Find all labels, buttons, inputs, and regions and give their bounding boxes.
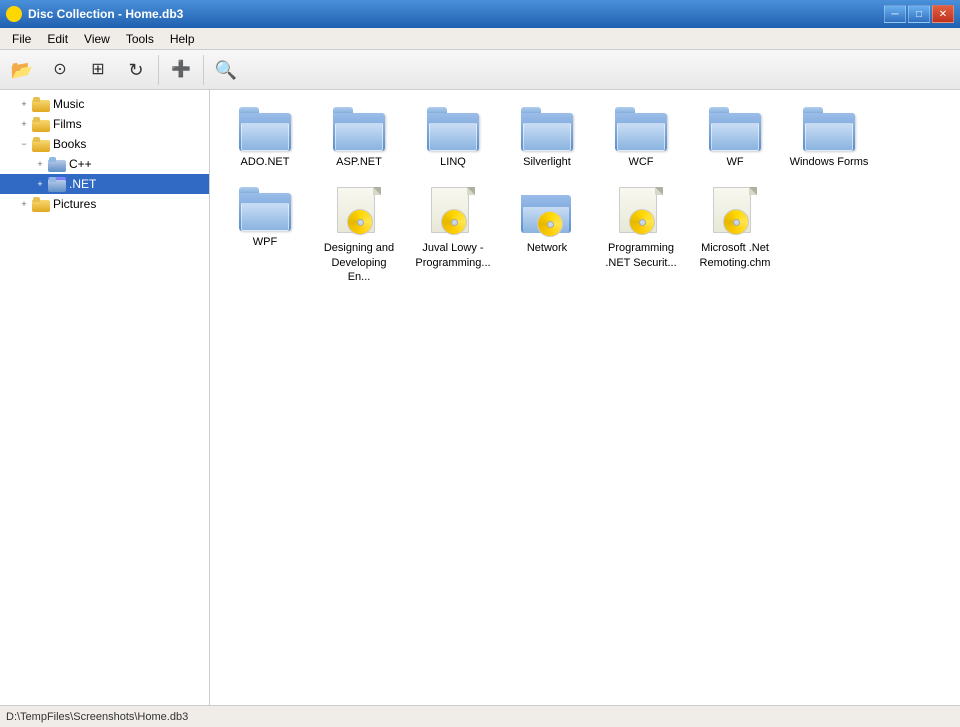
add-button[interactable]: ➕ xyxy=(163,53,199,87)
item-windows-forms[interactable]: Windows Forms xyxy=(784,100,874,176)
item-silverlight[interactable]: Silverlight xyxy=(502,100,592,176)
item-network[interactable]: Network xyxy=(502,180,592,291)
music-label: Music xyxy=(53,97,84,111)
search-button[interactable]: 🔍 xyxy=(208,53,244,87)
windows-forms-label: Windows Forms xyxy=(790,155,869,169)
home-button[interactable]: ⊙ xyxy=(42,53,78,87)
menu-file[interactable]: File xyxy=(4,30,39,48)
linq-label: LINQ xyxy=(440,155,466,169)
item-asp-net[interactable]: ASP.NET xyxy=(314,100,404,176)
ado-net-folder-icon xyxy=(239,107,291,151)
expand-books[interactable]: − xyxy=(16,136,32,152)
wcf-folder-icon xyxy=(615,107,667,151)
item-programming-net[interactable]: Programming .NET Securit... xyxy=(596,180,686,291)
menu-help[interactable]: Help xyxy=(162,30,203,48)
designing-label: Designing and Developing En... xyxy=(319,241,399,284)
maximize-button[interactable]: □ xyxy=(908,5,930,23)
films-folder-icon xyxy=(32,117,50,132)
item-ado-net[interactable]: ADO.NET xyxy=(220,100,310,176)
asp-net-folder-icon xyxy=(333,107,385,151)
toolbar-separator xyxy=(158,55,159,85)
expand-films[interactable]: + xyxy=(16,116,32,132)
network-label: Network xyxy=(527,241,567,255)
home-icon: ⊙ xyxy=(53,62,66,78)
menu-edit[interactable]: Edit xyxy=(39,30,76,48)
juval-doc-icon xyxy=(427,187,479,237)
expand-pictures[interactable]: + xyxy=(16,196,32,212)
menu-view[interactable]: View xyxy=(76,30,118,48)
microsoft-net-doc-icon xyxy=(709,187,761,237)
item-microsoft-net[interactable]: Microsoft .Net Remoting.chm xyxy=(690,180,780,291)
window-controls: ─ □ ✕ xyxy=(884,5,954,23)
books-folder-icon xyxy=(32,137,50,152)
item-designing[interactable]: Designing and Developing En... xyxy=(314,180,404,291)
windows-forms-folder-icon xyxy=(803,107,855,151)
programming-net-label: Programming .NET Securit... xyxy=(601,241,681,270)
refresh-button[interactable]: ↻ xyxy=(118,53,154,87)
wpf-folder-icon xyxy=(239,187,291,231)
status-path: D:\TempFiles\Screenshots\Home.db3 xyxy=(6,711,188,723)
window-title: Disc Collection - Home.db3 xyxy=(28,7,884,21)
wpf-label: WPF xyxy=(253,235,277,249)
item-linq[interactable]: LINQ xyxy=(408,100,498,176)
content-grid: ADO.NET ASP.NET LINQ xyxy=(220,100,950,291)
dotnet-label: .NET xyxy=(69,177,96,191)
open-button[interactable]: 📂 xyxy=(4,53,40,87)
dotnet-folder-icon: .NET xyxy=(48,177,66,192)
close-button[interactable]: ✕ xyxy=(932,5,954,23)
main-area: + Music + Films − Books + C++ xyxy=(0,90,960,705)
music-folder-icon xyxy=(32,97,50,112)
wf-label: WF xyxy=(726,155,743,169)
expand-dotnet[interactable]: + xyxy=(32,176,48,192)
silverlight-folder-icon xyxy=(521,107,573,151)
grid-icon: ⊞ xyxy=(91,62,104,78)
menu-bar: File Edit View Tools Help xyxy=(0,28,960,50)
item-wpf[interactable]: WPF xyxy=(220,180,310,291)
refresh-icon: ↻ xyxy=(128,61,143,79)
title-bar: Disc Collection - Home.db3 ─ □ ✕ xyxy=(0,0,960,28)
sidebar: + Music + Films − Books + C++ xyxy=(0,90,210,705)
pictures-folder-icon xyxy=(32,197,50,212)
toolbar-separator-2 xyxy=(203,55,204,85)
open-icon: 📂 xyxy=(11,61,33,79)
sidebar-item-dotnet[interactable]: + .NET .NET xyxy=(0,174,209,194)
silverlight-label: Silverlight xyxy=(523,155,571,169)
add-icon: ➕ xyxy=(171,62,191,78)
juval-label: Juval Lowy - Programming... xyxy=(413,241,493,270)
cpp-folder-icon xyxy=(48,157,66,172)
expand-cpp[interactable]: + xyxy=(32,156,48,172)
pictures-label: Pictures xyxy=(53,197,96,211)
app-icon xyxy=(6,6,22,22)
menu-tools[interactable]: Tools xyxy=(118,30,162,48)
asp-net-label: ASP.NET xyxy=(336,155,382,169)
cpp-label: C++ xyxy=(69,157,92,171)
minimize-button[interactable]: ─ xyxy=(884,5,906,23)
programming-net-doc-icon xyxy=(615,187,667,237)
sidebar-item-books[interactable]: − Books xyxy=(0,134,209,154)
wf-folder-icon xyxy=(709,107,761,151)
item-wcf[interactable]: WCF xyxy=(596,100,686,176)
status-bar: D:\TempFiles\Screenshots\Home.db3 xyxy=(0,705,960,727)
sidebar-item-films[interactable]: + Films xyxy=(0,114,209,134)
item-juval[interactable]: Juval Lowy - Programming... xyxy=(408,180,498,291)
ado-net-label: ADO.NET xyxy=(241,155,290,169)
network-folder-icon xyxy=(521,187,573,237)
expand-music[interactable]: + xyxy=(16,96,32,112)
toolbar: 📂 ⊙ ⊞ ↻ ➕ 🔍 xyxy=(0,50,960,90)
microsoft-net-label: Microsoft .Net Remoting.chm xyxy=(695,241,775,270)
wcf-label: WCF xyxy=(628,155,653,169)
sidebar-item-pictures[interactable]: + Pictures xyxy=(0,194,209,214)
designing-doc-icon xyxy=(333,187,385,237)
films-label: Films xyxy=(53,117,82,131)
search-icon: 🔍 xyxy=(215,61,237,79)
books-label: Books xyxy=(53,137,86,151)
item-wf[interactable]: WF xyxy=(690,100,780,176)
linq-folder-icon xyxy=(427,107,479,151)
sidebar-item-music[interactable]: + Music xyxy=(0,94,209,114)
grid-button[interactable]: ⊞ xyxy=(80,53,116,87)
sidebar-item-cpp[interactable]: + C++ xyxy=(0,154,209,174)
content-area: ADO.NET ASP.NET LINQ xyxy=(210,90,960,705)
